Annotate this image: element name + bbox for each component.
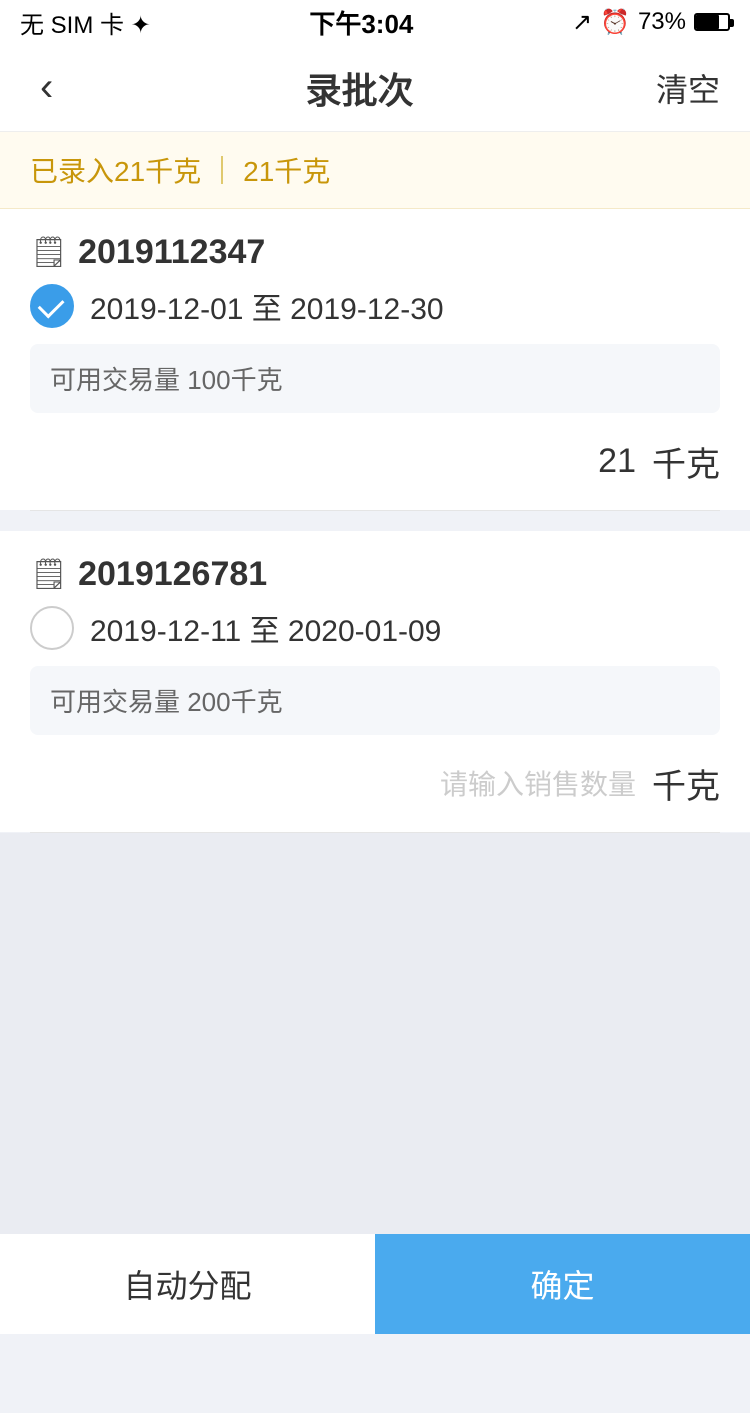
- recorded-label: 已录入21千克: [30, 150, 201, 190]
- status-bar: 无 SIM 卡 ✦ 下午3:04 ↗ ⏰ 73%: [0, 0, 750, 44]
- batch-date-row-1: 2019-12-01 至 2019-12-30: [30, 284, 720, 328]
- status-left: 无 SIM 卡 ✦: [20, 5, 151, 40]
- arrow-icon: ↗: [572, 8, 592, 37]
- quantity-input-2[interactable]: [193, 764, 636, 803]
- summary-value: 21千克: [243, 150, 330, 190]
- available-box-1: 可用交易量 100千克: [30, 344, 720, 413]
- input-row-1: 千克: [0, 413, 750, 510]
- nav-bar: ‹ 录批次 清空: [0, 44, 750, 132]
- available-box-2: 可用交易量 200千克: [30, 666, 720, 735]
- batch-date-row-2: 2019-12-11 至 2020-01-09: [30, 606, 720, 650]
- back-button[interactable]: ‹: [30, 55, 63, 120]
- batch-date-1: 2019-12-01 至 2019-12-30: [90, 284, 444, 328]
- alarm-icon: ⏰: [600, 8, 630, 37]
- batch-doc-icon-1: 🗒: [30, 235, 68, 270]
- quantity-input-1[interactable]: [193, 442, 636, 481]
- batch-header-2: 🗒 2019126781: [30, 555, 720, 594]
- summary-divider: [221, 156, 223, 184]
- batch-id-2: 2019126781: [78, 555, 267, 594]
- page-title: 录批次: [306, 62, 414, 114]
- status-right: ↗ ⏰ 73%: [572, 8, 730, 37]
- batch-date-2: 2019-12-11 至 2020-01-09: [90, 606, 441, 650]
- unit-label-2: 千克: [652, 759, 720, 808]
- clear-button[interactable]: 清空: [656, 65, 720, 111]
- unit-label-1: 千克: [652, 437, 720, 486]
- radio-checked-1[interactable]: [30, 284, 74, 328]
- status-time: 下午3:04: [309, 4, 413, 41]
- batch-card-1: 🗒 2019112347 2019-12-01 至 2019-12-30 可用交…: [0, 209, 750, 413]
- batch-id-1: 2019112347: [78, 233, 265, 272]
- battery-icon: [694, 13, 730, 31]
- footer: 自动分配 确定: [0, 1234, 750, 1334]
- confirm-button[interactable]: 确定: [375, 1234, 750, 1334]
- sim-text: 无 SIM 卡 ✦: [20, 5, 151, 40]
- summary-bar: 已录入21千克 21千克: [0, 132, 750, 209]
- batch-header-1: 🗒 2019112347: [30, 233, 720, 272]
- batch-doc-icon-2: 🗒: [30, 557, 68, 592]
- input-row-2: 千克: [0, 735, 750, 832]
- batch-card-2: 🗒 2019126781 2019-12-11 至 2020-01-09 可用交…: [0, 531, 750, 735]
- card-separator-1: [0, 511, 750, 531]
- auto-distribute-button[interactable]: 自动分配: [0, 1234, 375, 1334]
- radio-unchecked-2[interactable]: [30, 606, 74, 650]
- battery-text: 73%: [638, 8, 686, 36]
